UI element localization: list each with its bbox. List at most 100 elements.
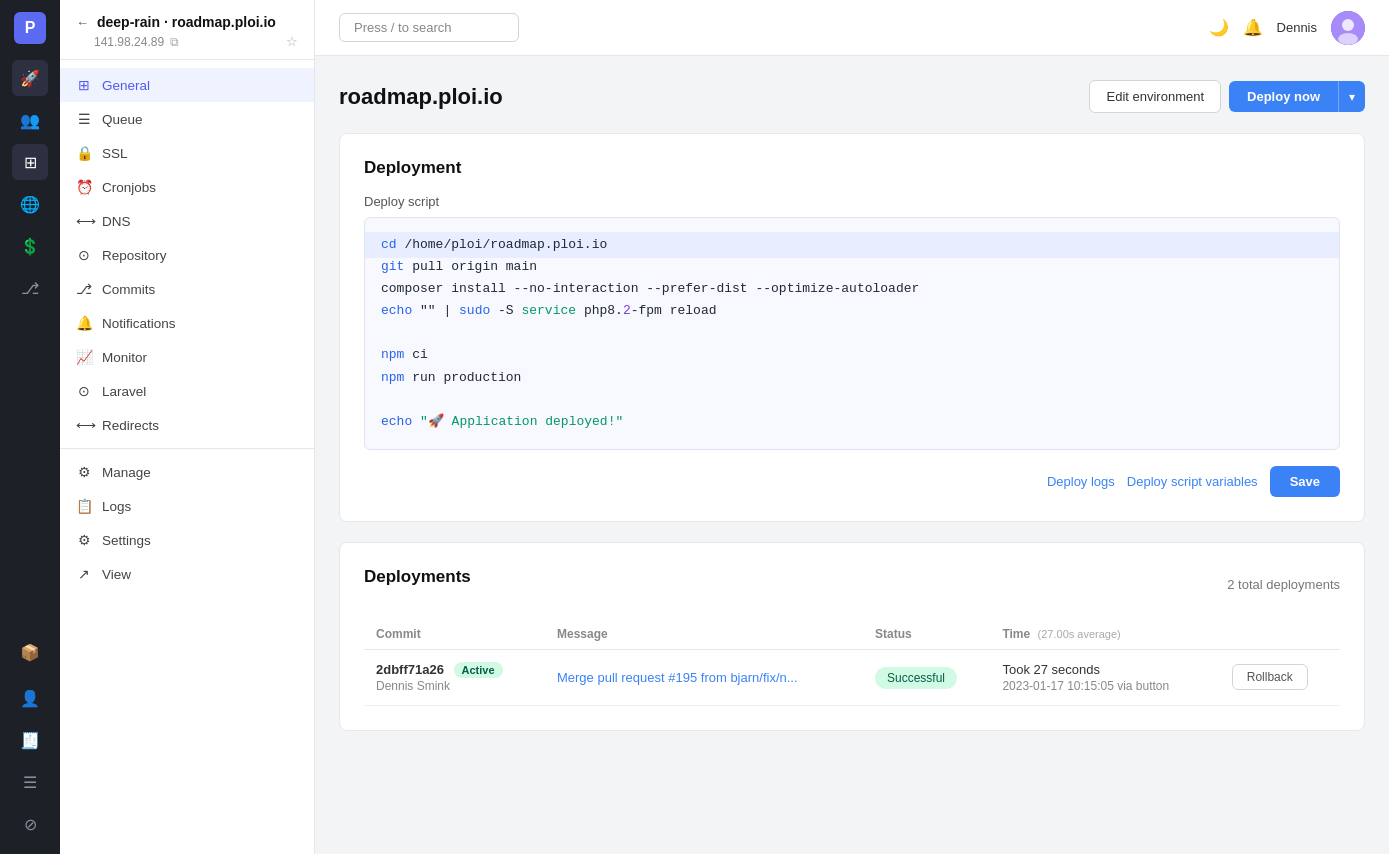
sidebar-site-title: deep-rain · roadmap.ploi.io (97, 14, 276, 30)
rollback-button[interactable]: Rollback (1232, 664, 1308, 690)
main-area: Press / to search 🌙 🔔 Dennis roadmap.plo… (315, 0, 1389, 854)
dns-icon: ⟷ (76, 213, 92, 229)
cronjobs-icon: ⏰ (76, 179, 92, 195)
sidebar-item-label: Redirects (102, 418, 159, 433)
logs-icon: 📋 (76, 498, 92, 514)
deploy-script-vars-button[interactable]: Deploy script variables (1127, 474, 1258, 489)
sidebar-item-settings[interactable]: ⚙ Settings (60, 523, 314, 557)
status-badge: Successful (875, 667, 957, 689)
sidebar-icon-users[interactable]: 👥 (12, 102, 48, 138)
deployment-card: Deployment Deploy script cd /home/ploi/r… (339, 133, 1365, 522)
deployments-table: Commit Message Status Time (27.00s avera… (364, 619, 1340, 706)
user-name: Dennis (1277, 20, 1317, 35)
avatar[interactable] (1331, 11, 1365, 45)
deployments-count: 2 total deployments (1227, 577, 1340, 592)
sidebar-item-laravel[interactable]: ⊙ Laravel (60, 374, 314, 408)
code-line-3: composer install --no-interaction --pref… (381, 278, 1323, 300)
sidebar-item-label: Queue (102, 112, 143, 127)
manage-icon: ⚙ (76, 464, 92, 480)
sidebar-icon-billing[interactable]: 🧾 (12, 722, 48, 758)
bell-icon[interactable]: 🔔 (1243, 18, 1263, 37)
sidebar-item-label: View (102, 567, 131, 582)
search-input[interactable]: Press / to search (339, 13, 519, 42)
deployment-card-title: Deployment (364, 158, 1340, 178)
time-detail: 2023-01-17 10:15:05 via button (1002, 679, 1207, 693)
code-line-6: npm ci (381, 344, 1323, 366)
active-badge: Active (454, 662, 503, 678)
sidebar-item-notifications[interactable]: 🔔 Notifications (60, 306, 314, 340)
code-line-4: echo "" | sudo -S service php8.2-fpm rel… (381, 300, 1323, 322)
sidebar-item-ssl[interactable]: 🔒 SSL (60, 136, 314, 170)
sidebar-item-label: Settings (102, 533, 151, 548)
sidebar-item-label: Notifications (102, 316, 176, 331)
sidebar-item-view[interactable]: ↗ View (60, 557, 314, 591)
laravel-icon: ⊙ (76, 383, 92, 399)
code-line-9: echo "🚀 Application deployed!" (381, 411, 1323, 433)
monitor-icon: 📈 (76, 349, 92, 365)
deployments-header: Deployments 2 total deployments (364, 567, 1340, 603)
time-cell: Took 27 seconds 2023-01-17 10:15:05 via … (990, 649, 1219, 705)
star-icon[interactable]: ☆ (286, 34, 298, 49)
sidebar-item-general[interactable]: ⊞ General (60, 68, 314, 102)
message-link[interactable]: Merge pull request #195 from bjarn/fix/n… (557, 670, 798, 685)
sidebar-ip-row: 141.98.24.89 ⧉ ☆ (76, 34, 298, 49)
deploy-now-button[interactable]: Deploy now (1229, 81, 1338, 112)
sidebar-item-cronjobs[interactable]: ⏰ Cronjobs (60, 170, 314, 204)
sidebar-item-logs[interactable]: 📋 Logs (60, 489, 314, 523)
ip-address: 141.98.24.89 (94, 35, 164, 49)
icon-bar: P 🚀 👥 ⊞ 🌐 💲 ⎇ 📦 👤 🧾 ☰ ⊘ (0, 0, 60, 854)
deploy-logs-button[interactable]: Deploy logs (1047, 474, 1115, 489)
sidebar-icon-user[interactable]: 👤 (12, 680, 48, 716)
code-line-7: npm run production (381, 367, 1323, 389)
deployments-card: Deployments 2 total deployments Commit M… (339, 542, 1365, 731)
topbar-right: 🌙 🔔 Dennis (1209, 11, 1365, 45)
sidebar-icon-dashboard[interactable]: ⊞ (12, 144, 48, 180)
ssl-icon: 🔒 (76, 145, 92, 161)
status-cell: Successful (863, 649, 990, 705)
commit-hash: 2dbff71a26 Active (376, 662, 533, 677)
queue-icon: ☰ (76, 111, 92, 127)
repository-icon: ⊙ (76, 247, 92, 263)
sidebar-icon-box[interactable]: 📦 (12, 634, 48, 670)
col-commit: Commit (364, 619, 545, 650)
app-logo[interactable]: P (14, 12, 46, 44)
view-icon: ↗ (76, 566, 92, 582)
col-time: Time (27.00s average) (990, 619, 1219, 650)
sidebar-item-label: Logs (102, 499, 131, 514)
sidebar-item-commits[interactable]: ⎇ Commits (60, 272, 314, 306)
moon-icon[interactable]: 🌙 (1209, 18, 1229, 37)
copy-ip-icon[interactable]: ⧉ (170, 35, 179, 49)
save-button[interactable]: Save (1270, 466, 1340, 497)
deploy-chevron-button[interactable]: ▾ (1338, 81, 1365, 112)
settings-icon: ⚙ (76, 532, 92, 548)
sidebar-item-label: DNS (102, 214, 131, 229)
sidebar-icon-git[interactable]: ⎇ (12, 270, 48, 306)
time-avg: (27.00s average) (1038, 628, 1121, 640)
sidebar-icon-dollar[interactable]: 💲 (12, 228, 48, 264)
sidebar-icon-cancel[interactable]: ⊘ (12, 806, 48, 842)
sidebar-icon-globe[interactable]: 🌐 (12, 186, 48, 222)
sidebar-item-label: Commits (102, 282, 155, 297)
sidebar-item-label: Monitor (102, 350, 147, 365)
sidebar: ← deep-rain · roadmap.ploi.io 141.98.24.… (60, 0, 315, 854)
actions-cell: Rollback (1220, 649, 1340, 705)
content-header: roadmap.ploi.io Edit environment Deploy … (339, 80, 1365, 113)
sidebar-item-label: SSL (102, 146, 128, 161)
table-row: 2dbff71a26 Active Dennis Smink Merge pul… (364, 649, 1340, 705)
sidebar-item-label: Laravel (102, 384, 146, 399)
sidebar-item-dns[interactable]: ⟷ DNS (60, 204, 314, 238)
sidebar-item-queue[interactable]: ☰ Queue (60, 102, 314, 136)
sidebar-icon-list[interactable]: ☰ (12, 764, 48, 800)
sidebar-icon-rocket[interactable]: 🚀 (12, 60, 48, 96)
card-footer: Deploy logs Deploy script variables Save (364, 466, 1340, 497)
sidebar-item-manage[interactable]: ⚙ Manage (60, 455, 314, 489)
sidebar-item-redirects[interactable]: ⟷ Redirects (60, 408, 314, 442)
back-button[interactable]: ← (76, 15, 89, 30)
code-block[interactable]: cd /home/ploi/roadmap.ploi.io git pull o… (364, 217, 1340, 450)
edit-environment-button[interactable]: Edit environment (1089, 80, 1221, 113)
sidebar-item-repository[interactable]: ⊙ Repository (60, 238, 314, 272)
time-took: Took 27 seconds (1002, 662, 1207, 677)
col-status: Status (863, 619, 990, 650)
commit-cell: 2dbff71a26 Active Dennis Smink (364, 649, 545, 705)
sidebar-item-monitor[interactable]: 📈 Monitor (60, 340, 314, 374)
